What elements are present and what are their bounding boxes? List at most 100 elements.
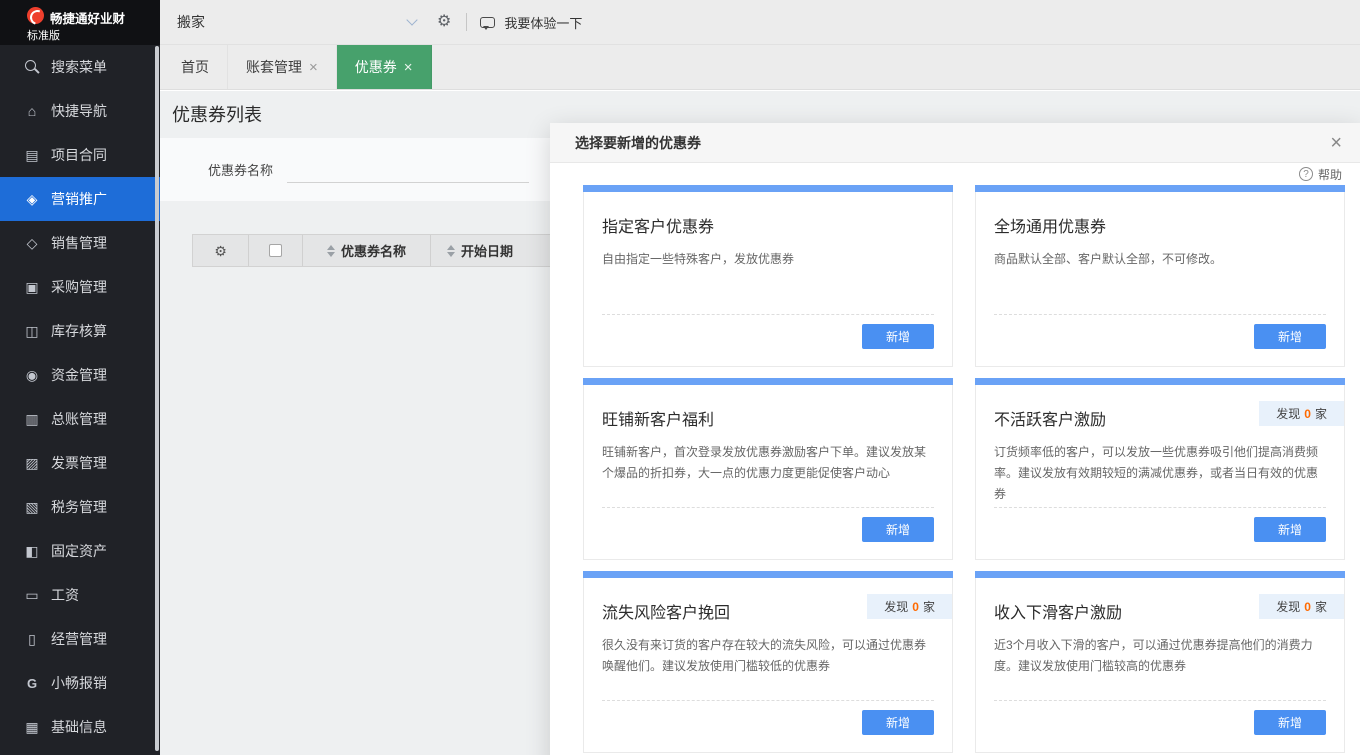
sidebar-item-label: 项目合同 (51, 147, 107, 163)
sidebar-item-label: 基础信息 (51, 719, 107, 735)
invoice-icon: ▨ (25, 454, 39, 471)
card-accent-bar (583, 185, 953, 192)
sidebar-item-label: 采购管理 (51, 279, 107, 295)
topbar: 搬家 ⚙ 我要体验一下 (160, 0, 1360, 45)
sidebar-item-label: 经营管理 (51, 631, 107, 647)
add-coupon-button[interactable]: 新增 (862, 324, 934, 349)
add-coupon-button[interactable]: 新增 (1254, 710, 1326, 735)
card-accent-bar (975, 185, 1345, 192)
account-set-dropdown[interactable]: 搬家 (177, 12, 420, 32)
add-coupon-button[interactable]: 新增 (1254, 324, 1326, 349)
tab-bar: 首页 账套管理 × 优惠券 × (160, 45, 1360, 90)
tab-home[interactable]: 首页 (163, 45, 228, 89)
help-icon: ? (1298, 167, 1313, 181)
sidebar-item-label: 资金管理 (51, 367, 107, 383)
card-accent-bar (975, 571, 1345, 578)
sidebar-item-label: 快捷导航 (51, 103, 107, 119)
sidebar-item-tax[interactable]: ▧ 税务管理 (0, 485, 160, 529)
reimbursement-icon: G (26, 675, 38, 691)
purchase-bag-icon: ▣ (25, 278, 39, 295)
divider (466, 13, 468, 31)
sort-icon (447, 244, 455, 257)
page-title: 优惠券列表 (172, 105, 262, 125)
home-icon: ⌂ (27, 103, 37, 119)
sidebar-item-purchase[interactable]: ▣ 采购管理 (0, 265, 160, 309)
column-settings-button[interactable]: ⚙ (193, 235, 249, 266)
sidebar-scrollbar[interactable] (155, 46, 159, 751)
table-header: ⚙ 优惠券名称 开始日期 (192, 234, 612, 267)
divider (602, 314, 934, 315)
help-label: 帮助 (1317, 167, 1342, 182)
badge-suffix: 家 (922, 600, 935, 614)
badge-prefix: 发现 (1276, 407, 1301, 421)
sidebar-item-funds[interactable]: ◉ 资金管理 (0, 353, 160, 397)
sidebar-item-label: 搜索菜单 (51, 59, 107, 75)
card-description: 订货频率低的客户，可以发放一些优惠券吸引他们提高消费频率。建议发放有效期较短的满… (994, 445, 1319, 501)
gear-icon: ⚙ (437, 13, 452, 30)
account-set-value: 搬家 (177, 14, 205, 30)
tab-account-books[interactable]: 账套管理 × (228, 45, 337, 89)
coupon-type-grid: 指定客户优惠券 自由指定一些特殊客户，发放优惠券 新增 全场通用优惠券 商品默认… (550, 183, 1360, 755)
warehouse-icon: ◫ (25, 322, 39, 339)
sidebar-item-label: 税务管理 (51, 499, 107, 515)
card-universal: 全场通用优惠券 商品默认全部、客户默认全部，不可修改。 新增 (975, 185, 1345, 367)
badge-prefix: 发现 (1276, 600, 1301, 614)
sidebar-item-general-ledger[interactable]: ▥ 总账管理 (0, 397, 160, 441)
sales-icon: ◇ (26, 234, 38, 251)
sidebar-item-search-menu[interactable]: 搜索菜单 (0, 45, 160, 89)
sidebar-item-quick-nav[interactable]: ⌂ 快捷导航 (0, 89, 160, 133)
coupon-name-label: 优惠券名称 (208, 163, 274, 178)
experience-link[interactable]: 我要体验一下 (480, 13, 582, 32)
help-link[interactable]: ? 帮助 (550, 165, 1360, 183)
card-accent-bar (583, 571, 953, 578)
settings-button[interactable]: ⚙ (437, 14, 451, 30)
column-label: 开始日期 (461, 244, 514, 259)
sidebar-item-project-contract[interactable]: ▤ 项目合同 (0, 133, 160, 177)
sidebar-item-label: 销售管理 (51, 235, 107, 251)
select-all-checkbox[interactable] (269, 244, 282, 257)
coin-icon: ◉ (25, 366, 39, 383)
add-coupon-button[interactable]: 新增 (862, 710, 934, 735)
sidebar-item-label: 库存核算 (51, 323, 107, 339)
tab-label: 优惠券 (354, 59, 397, 75)
badge-count: 0 (912, 599, 919, 614)
badge-count: 0 (1304, 599, 1311, 614)
sidebar-item-operations[interactable]: ▯ 经营管理 (0, 617, 160, 661)
card-description: 近3个月收入下滑的客户，可以通过优惠券提高他们的消费力度。建议发放使用门槛较高的… (994, 638, 1313, 673)
coupon-name-input[interactable] (287, 157, 530, 183)
sidebar-item-reimbursement[interactable]: G 小畅报销 (0, 661, 160, 705)
sidebar-item-sales[interactable]: ◇ 销售管理 (0, 221, 160, 265)
found-count-badge: 发现 0 家 (867, 594, 952, 619)
sidebar-item-label: 固定资产 (51, 543, 107, 559)
divider (994, 314, 1326, 315)
experience-label: 我要体验一下 (504, 15, 583, 31)
card-title: 全场通用优惠券 (994, 219, 1107, 236)
sidebar-item-inventory[interactable]: ◫ 库存核算 (0, 309, 160, 353)
badge-suffix: 家 (1314, 407, 1327, 421)
sidebar-item-marketing[interactable]: ◈ 营销推广 (0, 177, 160, 221)
contract-icon: ▤ (25, 146, 39, 163)
sidebar-item-fixed-assets[interactable]: ◧ 固定资产 (0, 529, 160, 573)
grid-icon: ▦ (25, 718, 39, 735)
card-description: 旺铺新客户，首次登录发放优惠券激励客户下单。建议发放某个爆品的折扣券，大一点的优… (602, 445, 927, 480)
divider (602, 700, 934, 701)
card-description: 自由指定一些特殊客户，发放优惠券 (602, 252, 795, 266)
badge-count: 0 (1304, 406, 1311, 421)
card-new-customer: 旺铺新客户福利 旺铺新客户，首次登录发放优惠券激励客户下单。建议发放某个爆品的折… (583, 378, 953, 560)
tab-label: 账套管理 (246, 59, 302, 75)
column-header-coupon-name[interactable]: 优惠券名称 (303, 235, 431, 266)
divider (994, 700, 1326, 701)
sidebar-item-payroll[interactable]: ▭ 工资 (0, 573, 160, 617)
sidebar-item-basic-info[interactable]: ▦ 基础信息 (0, 705, 160, 749)
badge-suffix: 家 (1314, 600, 1327, 614)
tab-coupon[interactable]: 优惠券 × (336, 45, 432, 89)
sidebar-item-invoice[interactable]: ▨ 发票管理 (0, 441, 160, 485)
add-coupon-button[interactable]: 新增 (1254, 517, 1326, 542)
close-icon[interactable]: × (404, 60, 413, 75)
card-accent-bar (975, 378, 1345, 385)
card-description: 商品默认全部、客户默认全部，不可修改。 (994, 252, 1223, 266)
close-icon[interactable]: × (309, 60, 318, 75)
close-icon[interactable]: × (1330, 133, 1342, 153)
search-icon (23, 59, 41, 75)
add-coupon-button[interactable]: 新增 (862, 517, 934, 542)
